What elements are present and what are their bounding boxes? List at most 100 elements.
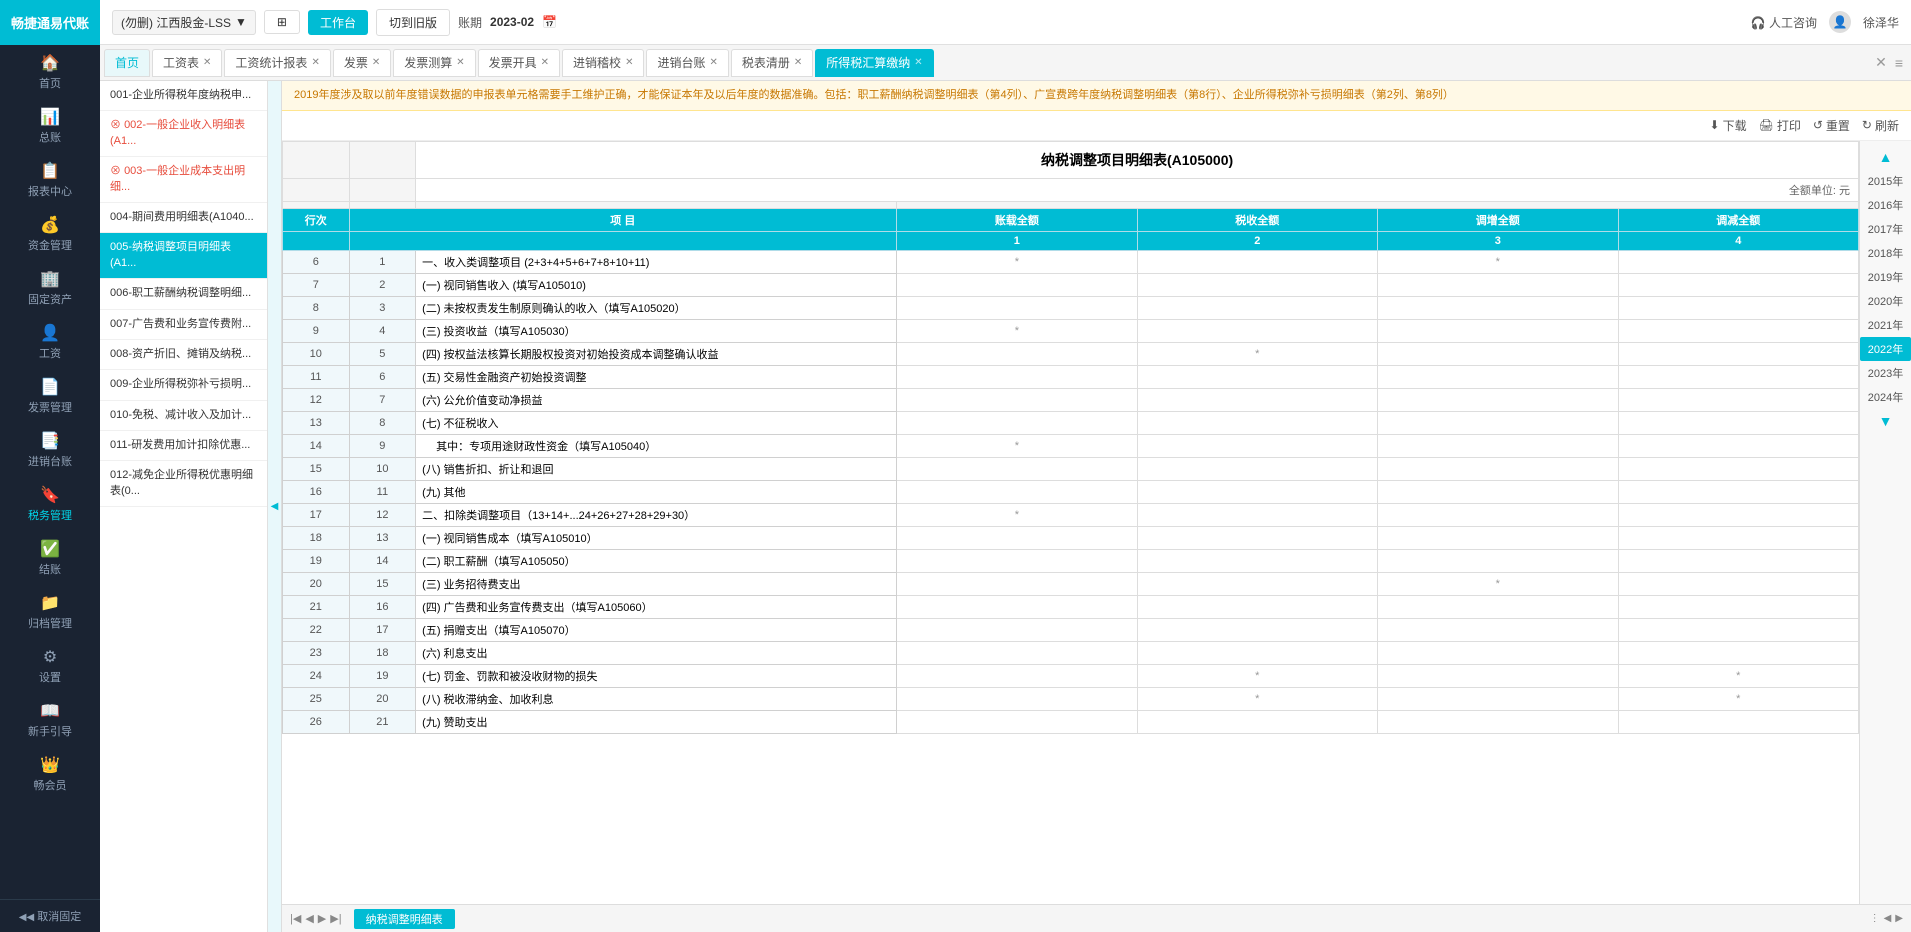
tab-check[interactable]: 进销稽校 ✕ bbox=[562, 49, 644, 77]
cell-c2[interactable] bbox=[1137, 641, 1377, 664]
cell-c2[interactable] bbox=[1137, 365, 1377, 388]
tab-tax-list[interactable]: 税表清册 ✕ bbox=[731, 49, 813, 77]
customer-service-link[interactable]: 🎧 人工咨询 bbox=[1751, 14, 1817, 31]
cell-c4[interactable] bbox=[1618, 503, 1859, 526]
tab-invoice-issue[interactable]: 发票开具 ✕ bbox=[478, 49, 560, 77]
tab-salary-stat-close[interactable]: ✕ bbox=[311, 57, 319, 68]
cell-item[interactable]: (七) 罚金、罚款和被没收财物的损失 bbox=[416, 664, 897, 687]
table-row[interactable]: 18 13 (一) 视同销售成本（填写A105010） bbox=[283, 526, 1859, 549]
scroll-right[interactable]: ▶ bbox=[1895, 913, 1903, 924]
cell-c2[interactable] bbox=[1137, 526, 1377, 549]
tab-purchase-ledger-close[interactable]: ✕ bbox=[709, 57, 717, 68]
table-row[interactable]: 12 7 (六) 公允价值变动净损益 bbox=[283, 388, 1859, 411]
cell-c1[interactable] bbox=[897, 526, 1137, 549]
cell-c3[interactable] bbox=[1378, 526, 1618, 549]
sidebar-item-invoice[interactable]: 📄 发票管理 bbox=[0, 369, 100, 423]
cell-c2[interactable] bbox=[1137, 549, 1377, 572]
year-2022[interactable]: 2022年 bbox=[1860, 337, 1911, 361]
cell-c1[interactable] bbox=[897, 296, 1137, 319]
year-2017[interactable]: 2017年 bbox=[1860, 217, 1911, 241]
cell-item[interactable]: 其中：专项用途财政性资金（填写A105040） bbox=[416, 434, 897, 457]
sheet-main[interactable]: 纳税调整项目明细表(A105000) 全额单位: 元 bbox=[282, 141, 1859, 905]
reset-button[interactable]: ↺ 重置 bbox=[1813, 117, 1850, 134]
old-version-button[interactable]: 切到旧版 bbox=[376, 9, 450, 36]
cell-c4[interactable] bbox=[1618, 411, 1859, 434]
cell-c4[interactable] bbox=[1618, 595, 1859, 618]
cell-c3[interactable] bbox=[1378, 319, 1618, 342]
left-panel-item-004[interactable]: 004-期间费用明细表(A1040... bbox=[100, 203, 267, 233]
sheet-nav-first[interactable]: |◀ bbox=[290, 912, 301, 925]
cell-c2[interactable]: * bbox=[1137, 342, 1377, 365]
cell-item[interactable]: (五) 交易性金融资产初始投资调整 bbox=[416, 365, 897, 388]
cell-c1[interactable] bbox=[897, 641, 1137, 664]
cell-c1[interactable] bbox=[897, 411, 1137, 434]
cell-c4[interactable] bbox=[1618, 273, 1859, 296]
tab-salary-stat[interactable]: 工资统计报表 ✕ bbox=[224, 49, 330, 77]
sheet-nav-prev[interactable]: ◀ bbox=[305, 912, 313, 925]
year-2019[interactable]: 2019年 bbox=[1860, 265, 1911, 289]
cell-c4[interactable] bbox=[1618, 480, 1859, 503]
sidebar-item-fixed-asset[interactable]: 🏢 固定资产 bbox=[0, 261, 100, 315]
left-panel-item-003[interactable]: ⊗ 003-一般企业成本支出明细... bbox=[100, 157, 267, 203]
year-2024[interactable]: 2024年 bbox=[1860, 385, 1911, 409]
left-panel-item-012[interactable]: 012-减免企业所得税优惠明细表(0... bbox=[100, 461, 267, 507]
copy-button[interactable]: ⊞ bbox=[264, 10, 300, 34]
cell-c4[interactable] bbox=[1618, 526, 1859, 549]
left-panel-item-005[interactable]: 005-纳税调整项目明细表(A1... bbox=[100, 233, 267, 279]
cell-c3[interactable] bbox=[1378, 664, 1618, 687]
cell-c1[interactable] bbox=[897, 618, 1137, 641]
cell-c4[interactable] bbox=[1618, 388, 1859, 411]
cell-c3[interactable] bbox=[1378, 457, 1618, 480]
cell-item[interactable]: (八) 税收滞纳金、加收利息 bbox=[416, 687, 897, 710]
year-2018[interactable]: 2018年 bbox=[1860, 241, 1911, 265]
tabs-close-all[interactable]: ✕ bbox=[1875, 54, 1887, 71]
cell-c2[interactable] bbox=[1137, 273, 1377, 296]
sidebar-item-member[interactable]: 👑 畅会员 bbox=[0, 747, 100, 801]
table-row[interactable]: 21 16 (四) 广告费和业务宣传费支出（填写A105060） bbox=[283, 595, 1859, 618]
table-row[interactable]: 13 8 (七) 不征税收入 bbox=[283, 411, 1859, 434]
cell-c2[interactable] bbox=[1137, 388, 1377, 411]
tab-invoice-calc[interactable]: 发票测算 ✕ bbox=[393, 49, 475, 77]
cell-c3[interactable]: * bbox=[1378, 250, 1618, 273]
sheet-tab-tax-adjust[interactable]: 纳税调整明细表 bbox=[354, 909, 455, 929]
table-row[interactable]: 20 15 (三) 业务招待费支出 * bbox=[283, 572, 1859, 595]
sidebar-item-guide[interactable]: 📖 新手引导 bbox=[0, 693, 100, 747]
cell-c1[interactable] bbox=[897, 365, 1137, 388]
workbench-button[interactable]: 工作台 bbox=[308, 10, 368, 35]
sidebar-item-settings[interactable]: ⚙ 设置 bbox=[0, 639, 100, 693]
cell-c1[interactable] bbox=[897, 710, 1137, 733]
cell-c1[interactable]: * bbox=[897, 503, 1137, 526]
cell-c4[interactable] bbox=[1618, 434, 1859, 457]
refresh-button[interactable]: ↻ 刷新 bbox=[1862, 117, 1899, 134]
pin-toggle[interactable]: ◀◀ 取消固定 bbox=[0, 899, 100, 932]
table-row[interactable]: 9 4 (三) 投资收益（填写A105030） * bbox=[283, 319, 1859, 342]
table-row[interactable]: 24 19 (七) 罚金、罚款和被没收财物的损失 * * bbox=[283, 664, 1859, 687]
table-row[interactable]: 7 2 (一) 视同销售收入 (填写A105010) bbox=[283, 273, 1859, 296]
print-button[interactable]: 🖨 打印 bbox=[1759, 117, 1801, 134]
tab-salary[interactable]: 工资表 ✕ bbox=[152, 49, 222, 77]
cell-item[interactable]: (三) 投资收益（填写A105030） bbox=[416, 319, 897, 342]
table-row[interactable]: 17 12 二、扣除类调整项目（13+14+...24+26+27+28+29+… bbox=[283, 503, 1859, 526]
cell-c1[interactable]: * bbox=[897, 319, 1137, 342]
cell-c3[interactable] bbox=[1378, 434, 1618, 457]
cell-c1[interactable]: * bbox=[897, 250, 1137, 273]
cell-c4[interactable] bbox=[1618, 641, 1859, 664]
cell-c2[interactable] bbox=[1137, 480, 1377, 503]
calendar-icon[interactable]: 📅 bbox=[542, 15, 557, 29]
cell-item[interactable]: (九) 赞助支出 bbox=[416, 710, 897, 733]
tab-invoice-calc-close[interactable]: ✕ bbox=[456, 57, 464, 68]
cell-c4[interactable] bbox=[1618, 710, 1859, 733]
left-panel-item-002[interactable]: ⊗ 002-一般企业收入明细表(A1... bbox=[100, 111, 267, 157]
cell-c4[interactable]: * bbox=[1618, 664, 1859, 687]
sidebar-item-archive[interactable]: 📁 归档管理 bbox=[0, 585, 100, 639]
company-selector[interactable]: (勿删) 江西股金-LSS ▼ bbox=[112, 10, 256, 35]
cell-c4[interactable] bbox=[1618, 342, 1859, 365]
cell-c1[interactable] bbox=[897, 457, 1137, 480]
cell-c2[interactable]: * bbox=[1137, 664, 1377, 687]
cell-item[interactable]: 二、扣除类调整项目（13+14+...24+26+27+28+29+30） bbox=[416, 503, 897, 526]
cell-c4[interactable] bbox=[1618, 296, 1859, 319]
tab-invoice-issue-close[interactable]: ✕ bbox=[541, 57, 549, 68]
left-panel-item-006[interactable]: 006-职工薪酬纳税调整明细... bbox=[100, 279, 267, 309]
cell-c1[interactable] bbox=[897, 664, 1137, 687]
cell-c3[interactable] bbox=[1378, 411, 1618, 434]
